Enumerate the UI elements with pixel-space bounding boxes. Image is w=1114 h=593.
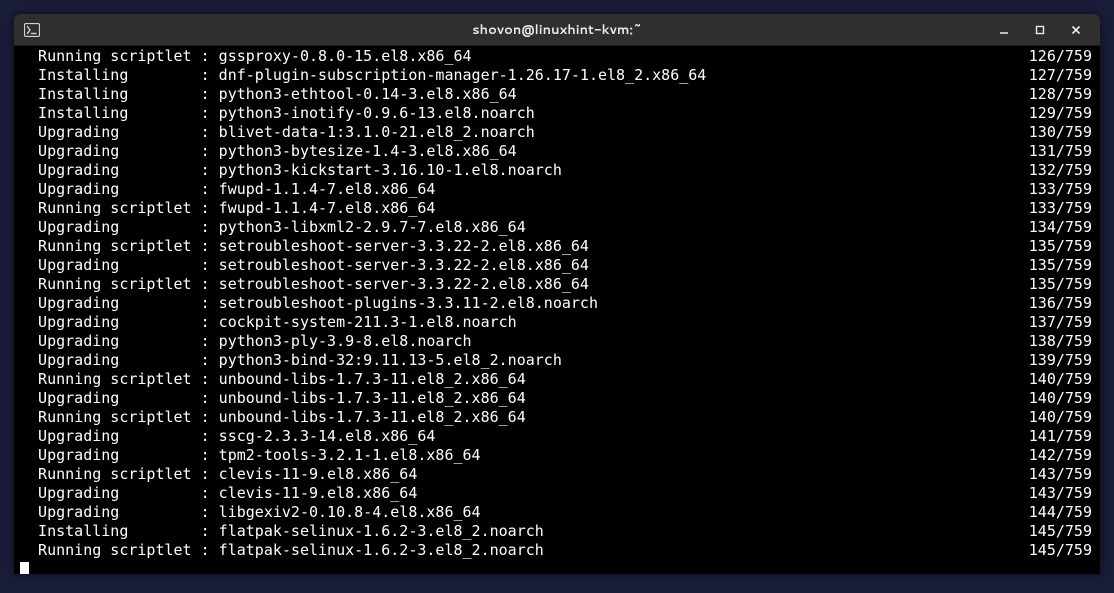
output-line: Upgrading : fwupd-1.1.4-7.el8.x86_64 133/… — [20, 180, 1094, 199]
output-left: Upgrading : tpm2-tools-3.2.1-1.el8.x86_6… — [20, 446, 481, 465]
output-left: Running scriptlet : setroubleshoot-serve… — [20, 275, 589, 294]
output-progress: 140/759 — [1029, 408, 1094, 427]
output-line: Running scriptlet : flatpak-selinux-1.6.… — [20, 541, 1094, 560]
output-left: Running scriptlet : unbound-libs-1.7.3-1… — [20, 408, 526, 427]
output-progress: 144/759 — [1029, 503, 1094, 522]
output-line: Upgrading : tpm2-tools-3.2.1-1.el8.x86_6… — [20, 446, 1094, 465]
output-progress: 145/759 — [1029, 522, 1094, 541]
output-left: Installing : flatpak-selinux-1.6.2-3.el8… — [20, 522, 544, 541]
output-progress: 137/759 — [1029, 313, 1094, 332]
output-left: Running scriptlet : gssproxy-0.8.0-15.el… — [20, 47, 472, 66]
output-progress: 128/759 — [1029, 85, 1094, 104]
cursor — [20, 562, 29, 574]
window-controls — [986, 14, 1094, 46]
output-progress: 127/759 — [1029, 66, 1094, 85]
output-left: Upgrading : python3-kickstart-3.16.10-1.… — [20, 161, 562, 180]
output-line: Upgrading : libgexiv2-0.10.8-4.el8.x86_6… — [20, 503, 1094, 522]
maximize-button[interactable] — [1022, 14, 1058, 46]
output-line: Running scriptlet : setroubleshoot-serve… — [20, 275, 1094, 294]
output-left: Installing : python3-ethtool-0.14-3.el8.… — [20, 85, 517, 104]
output-progress: 132/759 — [1029, 161, 1094, 180]
output-left: Upgrading : python3-bind-32:9.11.13-5.el… — [20, 351, 562, 370]
output-left: Upgrading : libgexiv2-0.10.8-4.el8.x86_6… — [20, 503, 481, 522]
output-progress: 126/759 — [1029, 47, 1094, 66]
output-left: Upgrading : fwupd-1.1.4-7.el8.x86_64 — [20, 180, 435, 199]
output-left: Upgrading : clevis-11-9.el8.x86_64 — [20, 484, 417, 503]
output-progress: 136/759 — [1029, 294, 1094, 313]
output-progress: 139/759 — [1029, 351, 1094, 370]
output-left: Upgrading : setroubleshoot-plugins-3.3.1… — [20, 294, 598, 313]
output-left: Upgrading : blivet-data-1:3.1.0-21.el8_2… — [20, 123, 535, 142]
output-line: Upgrading : python3-ply-3.9-8.el8.noarch… — [20, 332, 1094, 351]
output-progress: 134/759 — [1029, 218, 1094, 237]
output-line: Running scriptlet : setroubleshoot-serve… — [20, 237, 1094, 256]
output-left: Running scriptlet : setroubleshoot-serve… — [20, 237, 589, 256]
output-left: Running scriptlet : fwupd-1.1.4-7.el8.x8… — [20, 199, 435, 218]
output-left: Upgrading : cockpit-system-211.3-1.el8.n… — [20, 313, 517, 332]
output-line: Upgrading : python3-kickstart-3.16.10-1.… — [20, 161, 1094, 180]
output-line: Installing : dnf-plugin-subscription-man… — [20, 66, 1094, 85]
cursor-line — [20, 560, 1094, 574]
output-left: Installing : dnf-plugin-subscription-man… — [20, 66, 706, 85]
output-line: Running scriptlet : fwupd-1.1.4-7.el8.x8… — [20, 199, 1094, 218]
close-button[interactable] — [1058, 14, 1094, 46]
output-progress: 133/759 — [1029, 180, 1094, 199]
output-progress: 143/759 — [1029, 465, 1094, 484]
output-line: Upgrading : setroubleshoot-plugins-3.3.1… — [20, 294, 1094, 313]
output-left: Running scriptlet : flatpak-selinux-1.6.… — [20, 541, 544, 560]
output-line: Installing : flatpak-selinux-1.6.2-3.el8… — [20, 522, 1094, 541]
output-left: Upgrading : python3-ply-3.9-8.el8.noarch — [20, 332, 472, 351]
output-line: Installing : python3-inotify-0.9.6-13.el… — [20, 104, 1094, 123]
output-progress: 138/759 — [1029, 332, 1094, 351]
output-progress: 135/759 — [1029, 256, 1094, 275]
terminal-output[interactable]: Running scriptlet : gssproxy-0.8.0-15.el… — [14, 46, 1100, 574]
output-left: Upgrading : unbound-libs-1.7.3-11.el8_2.… — [20, 389, 526, 408]
output-progress: 143/759 — [1029, 484, 1094, 503]
output-progress: 141/759 — [1029, 427, 1094, 446]
output-line: Upgrading : cockpit-system-211.3-1.el8.n… — [20, 313, 1094, 332]
output-progress: 131/759 — [1029, 142, 1094, 161]
output-progress: 130/759 — [1029, 123, 1094, 142]
terminal-icon — [24, 23, 40, 37]
output-line: Upgrading : clevis-11-9.el8.x86_64 143/75… — [20, 484, 1094, 503]
window-title: shovon@linuxhint-kvm:~ — [472, 21, 642, 39]
output-left: Running scriptlet : clevis-11-9.el8.x86_… — [20, 465, 417, 484]
output-line: Upgrading : python3-bytesize-1.4-3.el8.x… — [20, 142, 1094, 161]
output-line: Installing : python3-ethtool-0.14-3.el8.… — [20, 85, 1094, 104]
output-left: Running scriptlet : unbound-libs-1.7.3-1… — [20, 370, 526, 389]
output-progress: 133/759 — [1029, 199, 1094, 218]
output-line: Upgrading : unbound-libs-1.7.3-11.el8_2.… — [20, 389, 1094, 408]
titlebar[interactable]: shovon@linuxhint-kvm:~ — [14, 14, 1100, 46]
output-line: Upgrading : blivet-data-1:3.1.0-21.el8_2… — [20, 123, 1094, 142]
output-line: Running scriptlet : unbound-libs-1.7.3-1… — [20, 408, 1094, 427]
output-progress: 129/759 — [1029, 104, 1094, 123]
output-progress: 140/759 — [1029, 370, 1094, 389]
output-progress: 135/759 — [1029, 275, 1094, 294]
output-line: Upgrading : python3-libxml2-2.9.7-7.el8.… — [20, 218, 1094, 237]
output-line: Upgrading : python3-bind-32:9.11.13-5.el… — [20, 351, 1094, 370]
output-line: Upgrading : setroubleshoot-server-3.3.22… — [20, 256, 1094, 275]
output-line: Running scriptlet : unbound-libs-1.7.3-1… — [20, 370, 1094, 389]
output-progress: 135/759 — [1029, 237, 1094, 256]
output-line: Running scriptlet : gssproxy-0.8.0-15.el… — [20, 47, 1094, 66]
output-line: Running scriptlet : clevis-11-9.el8.x86_… — [20, 465, 1094, 484]
output-left: Upgrading : python3-bytesize-1.4-3.el8.x… — [20, 142, 517, 161]
output-progress: 140/759 — [1029, 389, 1094, 408]
output-left: Upgrading : setroubleshoot-server-3.3.22… — [20, 256, 589, 275]
terminal-window: shovon@linuxhint-kvm:~ Running scriptlet… — [14, 14, 1100, 574]
minimize-button[interactable] — [986, 14, 1022, 46]
output-line: Upgrading : sscg-2.3.3-14.el8.x86_64 141/… — [20, 427, 1094, 446]
output-left: Upgrading : sscg-2.3.3-14.el8.x86_64 — [20, 427, 435, 446]
output-left: Installing : python3-inotify-0.9.6-13.el… — [20, 104, 535, 123]
output-progress: 142/759 — [1029, 446, 1094, 465]
output-progress: 145/759 — [1029, 541, 1094, 560]
output-left: Upgrading : python3-libxml2-2.9.7-7.el8.… — [20, 218, 526, 237]
